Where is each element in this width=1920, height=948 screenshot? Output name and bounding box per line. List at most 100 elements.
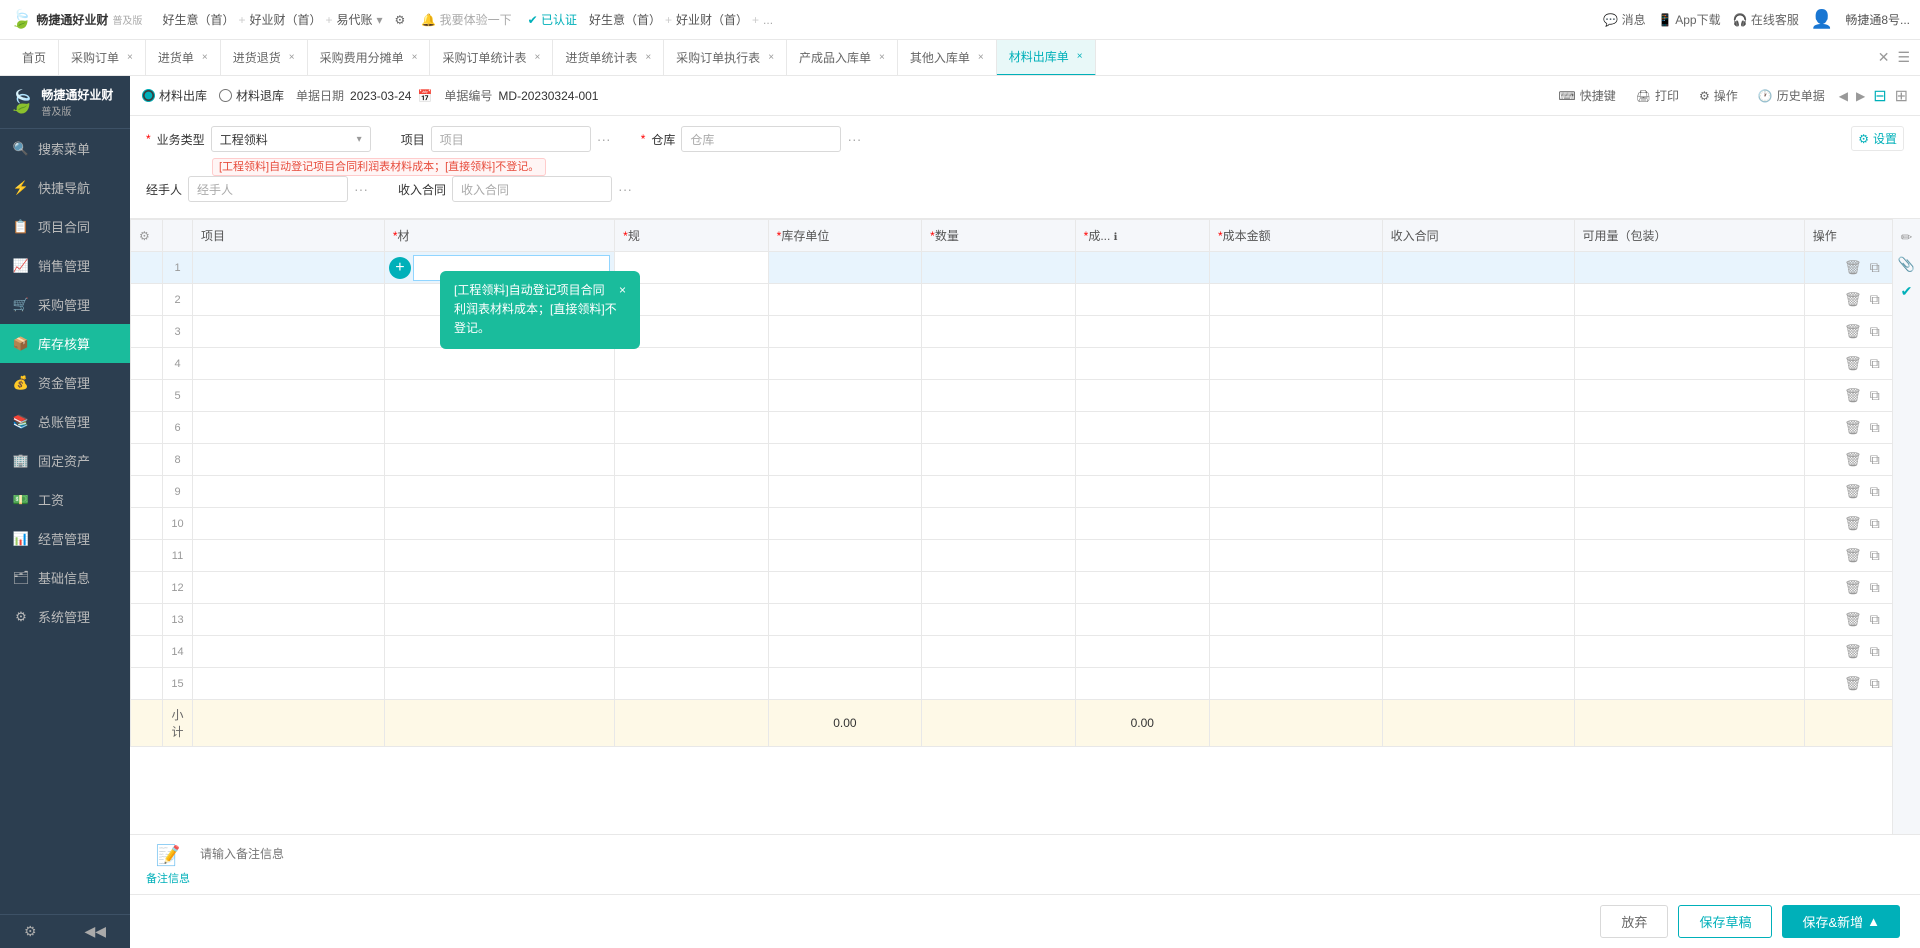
copy-row-btn[interactable]: ⧉ (1868, 609, 1882, 630)
tab-close-product-receipt[interactable]: × (879, 52, 885, 63)
delete-row-btn[interactable]: 🗑 (1842, 609, 1864, 630)
nav-more[interactable]: ... (763, 13, 773, 27)
nav-dropdown[interactable]: ▾ (377, 13, 383, 27)
delete-row-btn[interactable]: 🗑 (1842, 257, 1864, 278)
delete-row-btn[interactable]: 🗑 (1842, 289, 1864, 310)
tab-close-purchase-stat[interactable]: × (534, 52, 540, 63)
copy-row-btn[interactable]: ⧉ (1868, 353, 1882, 374)
sidebar-item-system[interactable]: ⚙ 系统管理 (0, 597, 130, 636)
delete-row-btn[interactable]: 🗑 (1842, 673, 1864, 694)
save-new-btn[interactable]: 保存&新增 ▲ (1782, 905, 1900, 938)
warehouse-more-icon[interactable]: ··· (847, 131, 861, 147)
tab-close-other-receipt[interactable]: × (978, 52, 984, 63)
handler-more-icon[interactable]: ··· (354, 181, 368, 197)
copy-row-btn[interactable]: ⧉ (1868, 449, 1882, 470)
delete-row-btn[interactable]: 🗑 (1842, 385, 1864, 406)
tab-purchase-exec[interactable]: 采购订单执行表× (664, 40, 787, 76)
sidebar-item-purchase[interactable]: 🛒 采购管理 (0, 285, 130, 324)
copy-row-btn[interactable]: ⧉ (1868, 417, 1882, 438)
tab-purchase-receipt[interactable]: 进货单× (146, 40, 221, 76)
date-value[interactable]: 2023-03-24 (350, 89, 411, 103)
tab-close-material-issue[interactable]: × (1077, 51, 1083, 62)
delete-row-btn[interactable]: 🗑 (1842, 513, 1864, 534)
user-name[interactable]: 畅捷通8号... (1845, 11, 1910, 28)
income-contract-input[interactable]: 收入合同 (452, 176, 612, 202)
sidebar-item-base[interactable]: 🗂 基础信息 (0, 558, 130, 597)
copy-row-btn[interactable]: ⧉ (1868, 289, 1882, 310)
row-unit-cell[interactable] (768, 252, 922, 284)
sidebar-item-inventory[interactable]: 📦 库存核算 (0, 324, 130, 363)
sidebar-collapse-icon[interactable]: ◀◀ (84, 923, 106, 940)
nav-prev-icon[interactable]: ◀ (1839, 89, 1848, 103)
tab-purchase-expense[interactable]: 采购费用分摊单× (308, 40, 431, 76)
tab-product-receipt[interactable]: 产成品入库单× (787, 40, 898, 76)
tab-purchase-stat[interactable]: 采购订单统计表× (430, 40, 553, 76)
history-btn[interactable]: 🕐历史单据 (1752, 84, 1831, 107)
delete-row-btn[interactable]: 🗑 (1842, 481, 1864, 502)
radio-material-issue[interactable]: 材料出库 (142, 87, 207, 104)
right-panel-clip-icon[interactable]: 📎 (1898, 256, 1915, 273)
tab-more[interactable]: ☰ (1897, 49, 1910, 66)
sidebar-item-project[interactable]: 📋 项目合同 (0, 207, 130, 246)
tooltip-close-btn[interactable]: × (619, 281, 626, 300)
delete-row-btn[interactable]: 🗑 (1842, 449, 1864, 470)
handler-input[interactable]: 经手人 (188, 176, 348, 202)
view-grid-icon[interactable]: ⊞ (1895, 86, 1908, 106)
delete-row-btn[interactable]: 🗑 (1842, 545, 1864, 566)
copy-row-btn[interactable]: ⧉ (1868, 385, 1882, 406)
sidebar-item-accounting[interactable]: 📚 总账管理 (0, 402, 130, 441)
message-btn[interactable]: 💬 消息 (1603, 11, 1645, 28)
copy-row-btn[interactable]: ⧉ (1868, 545, 1882, 566)
delete-row-btn[interactable]: 🗑 (1842, 321, 1864, 342)
sidebar-item-fund[interactable]: 💰 资金管理 (0, 363, 130, 402)
copy-row-btn[interactable]: ⧉ (1868, 481, 1882, 502)
app-download-btn[interactable]: 📱 App下载 (1658, 11, 1721, 28)
add-row-btn[interactable]: + (389, 257, 411, 279)
copy-row-btn[interactable]: ⧉ (1868, 577, 1882, 598)
sidebar-item-payroll[interactable]: 💵 工资 (0, 480, 130, 519)
delete-row-btn[interactable]: 🗑 (1842, 641, 1864, 662)
print-btn[interactable]: 🖨打印 (1630, 84, 1685, 107)
sidebar-item-quick-nav[interactable]: ⚡ 快捷导航 (0, 168, 130, 207)
tab-close-purchase-receipt[interactable]: × (202, 52, 208, 63)
copy-row-btn[interactable]: ⧉ (1868, 513, 1882, 534)
project-more-icon[interactable]: ··· (597, 131, 611, 147)
sidebar-item-sales[interactable]: 📈 销售管理 (0, 246, 130, 285)
tab-receipt-stat[interactable]: 进货单统计表× (553, 40, 664, 76)
notes-input[interactable] (200, 843, 1904, 861)
delete-row-btn[interactable]: 🗑 (1842, 417, 1864, 438)
business-type-input[interactable]: 工程领料 ▾ (211, 126, 371, 152)
nav-good-biz2[interactable]: 好生意（首） (589, 11, 661, 28)
tab-purchase-return[interactable]: 进货退货× (221, 40, 308, 76)
row-qty-cell[interactable] (922, 252, 1076, 284)
view-list-icon[interactable]: ⊟ (1873, 86, 1886, 106)
col-settings-icon[interactable]: ⚙ (139, 229, 150, 243)
sidebar-settings-icon[interactable]: ⚙ (24, 923, 37, 940)
row-income-contract-cell[interactable] (1382, 252, 1574, 284)
tab-close-purchase-exec[interactable]: × (768, 52, 774, 63)
copy-row-btn[interactable]: ⧉ (1868, 321, 1882, 342)
tab-home[interactable]: 首页 (10, 40, 59, 76)
nav-settings-icon[interactable]: ⚙ (395, 13, 406, 27)
warehouse-input[interactable]: 仓库 (681, 126, 841, 152)
tab-other-receipt[interactable]: 其他入库单× (898, 40, 997, 76)
nav-agent[interactable]: 易代账 (337, 11, 373, 28)
tab-close-purchase-return[interactable]: × (289, 52, 295, 63)
copy-row-btn[interactable]: ⧉ (1868, 257, 1882, 278)
tab-close-purchase-expense[interactable]: × (412, 52, 418, 63)
nav-good-business[interactable]: 好生意（首） (162, 11, 234, 28)
income-contract-more-icon[interactable]: ··· (618, 181, 632, 197)
nav-good-finance[interactable]: 好业财（首） (249, 11, 321, 28)
nav-good-fin2[interactable]: 好业财（首） (676, 11, 748, 28)
tab-material-issue[interactable]: 材料出库单× (997, 40, 1096, 76)
copy-row-btn[interactable]: ⧉ (1868, 673, 1882, 694)
project-input[interactable]: 项目 (431, 126, 591, 152)
tab-close-purchase-order[interactable]: × (127, 52, 133, 63)
online-service-btn[interactable]: 🎧 在线客服 (1733, 11, 1799, 28)
delete-row-btn[interactable]: 🗑 (1842, 353, 1864, 374)
discard-btn[interactable]: 放弃 (1600, 905, 1668, 938)
radio-material-return[interactable]: 材料退库 (219, 87, 284, 104)
copy-row-btn[interactable]: ⧉ (1868, 641, 1882, 662)
right-panel-edit-icon[interactable]: ✏ (1901, 229, 1913, 246)
operation-btn[interactable]: ⚙操作 (1693, 84, 1744, 107)
